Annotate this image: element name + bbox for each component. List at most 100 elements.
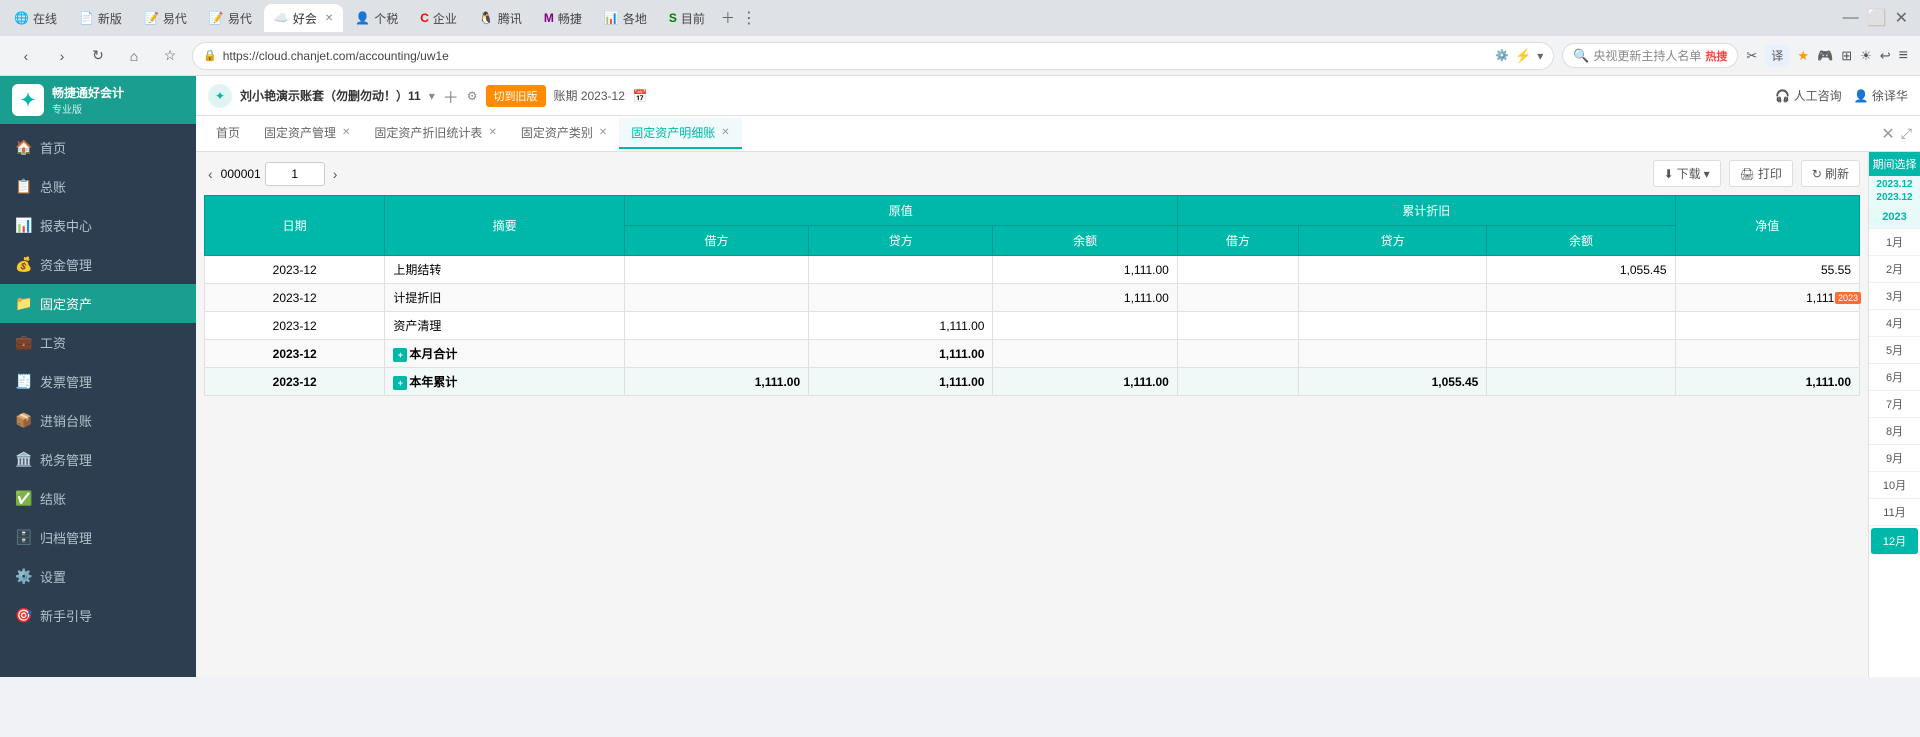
nav-item-invoice[interactable]: 🧾 发票管理 [0, 362, 196, 401]
minimize-btn[interactable]: — [1843, 9, 1859, 27]
dropdown-arrow[interactable]: ▾ [429, 89, 435, 103]
download-btn[interactable]: ⬇ 下载 ▾ [1653, 160, 1721, 187]
tab-geshui[interactable]: 👤 个税 [345, 4, 408, 32]
tab-muqian[interactable]: S 目前 [659, 4, 715, 32]
tab-gedi[interactable]: 📊 各地 [594, 4, 657, 32]
month-10[interactable]: 10月 [1869, 472, 1920, 499]
row2-net-value: 1,111.00 2023 [1675, 284, 1859, 312]
brightness-icon[interactable]: ☀ [1860, 48, 1872, 64]
row4-orig-credit: 1,111.00 [809, 340, 993, 368]
nav-item-funds[interactable]: 💰 资金管理 [0, 245, 196, 284]
translate-icon[interactable]: 译 [1765, 45, 1789, 66]
invoice-icon: 🧾 [16, 374, 32, 390]
new-tab-button[interactable]: ＋ [721, 8, 735, 28]
service-link[interactable]: 🎧 人工咨询 [1775, 87, 1841, 104]
nav-item-fixed-assets[interactable]: 📁 固定资产 [0, 284, 196, 323]
tab-menu-button[interactable]: ⋮ [741, 8, 757, 28]
tab-new[interactable]: 📄 新版 [69, 4, 132, 32]
star-icon[interactable]: ★ [1797, 48, 1809, 64]
row5-date: 2023-12 [205, 368, 385, 396]
menu-icon[interactable]: ≡ [1899, 47, 1908, 65]
restore-btn[interactable]: ⬜ [1867, 8, 1887, 28]
address-bar[interactable]: 🔒 https://cloud.chanjet.com/accounting/u… [192, 42, 1554, 70]
prev-page-btn[interactable]: ‹ [204, 164, 217, 184]
tab-fixed-assets-mgmt-close[interactable]: ✕ [342, 127, 350, 138]
add-icon[interactable]: ＋ [443, 84, 459, 108]
user-avatar[interactable]: 👤 徐译华 [1854, 87, 1908, 104]
nav-item-home[interactable]: 🏠 首页 [0, 128, 196, 167]
summary-icon-2: + [393, 376, 407, 390]
month-5[interactable]: 5月 [1869, 337, 1920, 364]
nav-item-general-ledger[interactable]: 📋 总账 [0, 167, 196, 206]
site-info-icon[interactable]: ⚙️ [1495, 49, 1509, 62]
col-summary: 摘要 [385, 196, 624, 256]
nav-item-close[interactable]: ✅ 结账 [0, 479, 196, 518]
tab-yidai-2[interactable]: 📝 易代 [199, 4, 262, 32]
month-1[interactable]: 1月 [1869, 229, 1920, 256]
tab-asset-category-close[interactable]: ✕ [599, 127, 607, 138]
row5-orig-debit: 1,111.00 [624, 368, 808, 396]
month-2[interactable]: 2月 [1869, 256, 1920, 283]
undo-icon[interactable]: ↩ [1880, 48, 1891, 64]
forward-btn[interactable]: › [48, 42, 76, 70]
calendar-icon[interactable]: 📅 [633, 89, 648, 103]
game-icon[interactable]: 🎮 [1817, 48, 1833, 64]
back-btn[interactable]: ‹ [12, 42, 40, 70]
pagination-ctrl: ‹ 000001 › [204, 162, 341, 186]
logo-text: 畅捷通好会计 [52, 84, 124, 101]
panel-expand-btn[interactable]: ⤢ [1901, 125, 1912, 142]
close-btn-window[interactable]: ✕ [1895, 8, 1908, 28]
tab-tencent[interactable]: 🐧 腾讯 [469, 4, 532, 32]
month-8[interactable]: 8月 [1869, 418, 1920, 445]
row3-date: 2023-12 [205, 312, 385, 340]
settings-cog[interactable]: ⚙ [467, 89, 478, 103]
nav-item-archive[interactable]: 🗄️ 归档管理 [0, 518, 196, 557]
month-7[interactable]: 7月 [1869, 391, 1920, 418]
tab-asset-ledger-close[interactable]: ✕ [721, 127, 729, 138]
lightning-icon[interactable]: ⚡ [1515, 48, 1531, 64]
month-11[interactable]: 11月 [1869, 499, 1920, 526]
nav-item-tax[interactable]: 🏛️ 税务管理 [0, 440, 196, 479]
tab-online[interactable]: 🌐 在线 [4, 4, 67, 32]
month-3[interactable]: 3月 [1869, 283, 1920, 310]
nav-item-reports[interactable]: 📊 报表中心 [0, 206, 196, 245]
refresh-btn[interactable]: ↻ 刷新 [1801, 160, 1860, 187]
tab-fixed-assets-mgmt[interactable]: 固定资产管理 ✕ [252, 118, 362, 149]
reload-btn[interactable]: ↻ [84, 42, 112, 70]
month-4[interactable]: 4月 [1869, 310, 1920, 337]
month-12[interactable]: 12月 [1871, 528, 1918, 555]
tab-haohui[interactable]: ☁️ 好会 ✕ [264, 4, 343, 32]
print-btn[interactable]: 🖨 打印 [1729, 160, 1793, 187]
tab-yidai-1[interactable]: 📝 易代 [134, 4, 197, 32]
tab-qiye[interactable]: C 企业 [410, 4, 467, 32]
download-dropdown-icon[interactable]: ▾ [1704, 167, 1710, 181]
grid-icon[interactable]: ⊞ [1841, 48, 1852, 64]
scissors-icon[interactable]: ✂ [1746, 48, 1757, 64]
year-2023[interactable]: 2023 [1869, 206, 1920, 229]
row4-date: 2023-12 [205, 340, 385, 368]
next-page-btn[interactable]: › [329, 164, 342, 184]
nav-item-stock[interactable]: 📦 进销台账 [0, 401, 196, 440]
tab-home[interactable]: 首页 [204, 118, 252, 149]
nav-item-guide[interactable]: 🎯 新手引导 [0, 596, 196, 635]
panel-close-btn[interactable]: ✕ [1881, 124, 1894, 144]
tab-haohui-close[interactable]: ✕ [325, 13, 333, 24]
nav-item-payroll[interactable]: 💼 工资 [0, 323, 196, 362]
home-icon: 🏠 [16, 140, 32, 156]
bookmark-btn[interactable]: ☆ [156, 42, 184, 70]
dropdown-icon[interactable]: ▾ [1537, 49, 1543, 63]
page-input[interactable] [265, 162, 325, 186]
search-box[interactable]: 🔍 央视更新主持人名单 热搜 [1562, 43, 1738, 68]
month-6[interactable]: 6月 [1869, 364, 1920, 391]
tab-depreciation-stats[interactable]: 固定资产折旧统计表 ✕ [362, 118, 508, 149]
tab-asset-ledger[interactable]: 固定资产明细账 ✕ [619, 118, 741, 149]
col-original-group: 原值 [624, 196, 1177, 226]
tab-asset-category[interactable]: 固定资产类别 ✕ [509, 118, 619, 149]
row2-orig-debit [624, 284, 808, 312]
tab-changjie[interactable]: M 畅捷 [534, 4, 592, 32]
tab-depreciation-stats-close[interactable]: ✕ [488, 127, 496, 138]
home-btn[interactable]: ⌂ [120, 42, 148, 70]
nav-item-settings[interactable]: ⚙️ 设置 [0, 557, 196, 596]
month-9[interactable]: 9月 [1869, 445, 1920, 472]
switch-version-btn[interactable]: 切到旧版 [486, 85, 546, 107]
